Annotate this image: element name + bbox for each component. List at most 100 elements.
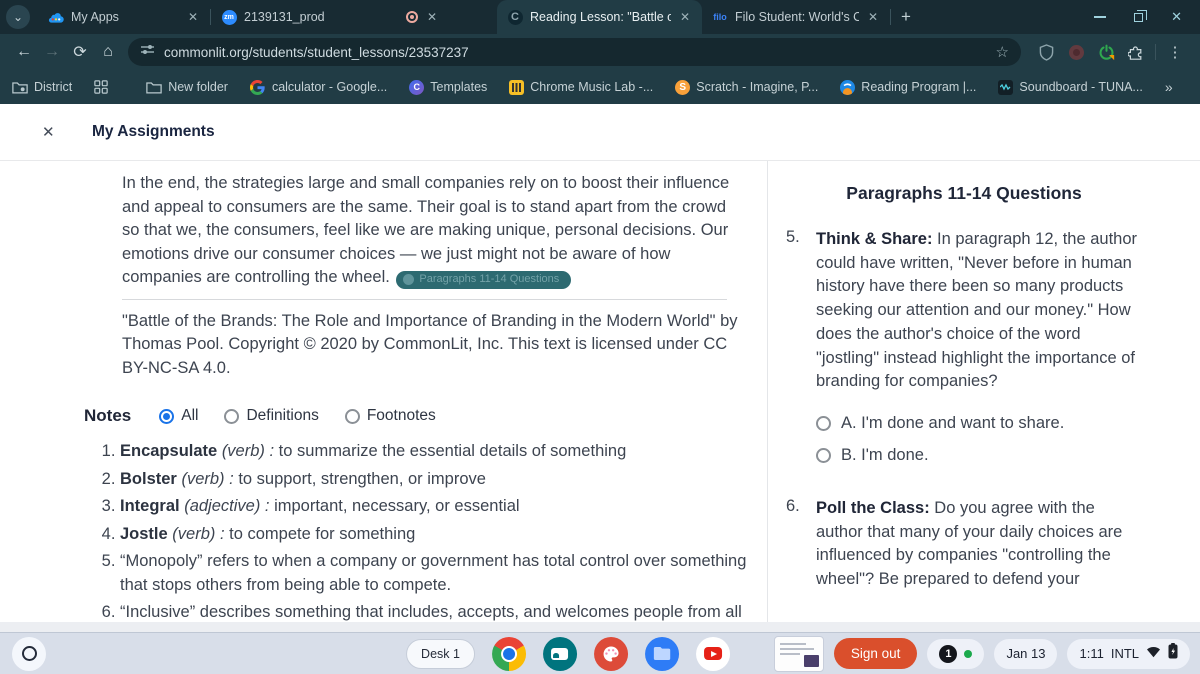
citation-text: "Battle of the Brands: The Role and Impo…: [122, 311, 738, 377]
close-lesson-icon[interactable]: ✕: [42, 123, 58, 141]
bookmark-calculator[interactable]: calculator - Google...: [250, 79, 387, 95]
note-item: “Inclusive” describes something that inc…: [120, 601, 747, 622]
note-term: Jostle: [120, 524, 168, 543]
minimize-icon[interactable]: [1094, 16, 1107, 18]
puzzle-icon[interactable]: [1121, 44, 1151, 60]
bookmark-reading-program[interactable]: Reading Program |...: [840, 79, 976, 95]
note-def: “Monopoly” refers to when a company or g…: [120, 552, 747, 594]
radio-icon[interactable]: [816, 415, 831, 431]
filter-footnotes[interactable]: Footnotes: [344, 407, 436, 425]
radio-selected-icon[interactable]: [159, 408, 175, 424]
note-term: Encapsulate: [120, 442, 218, 460]
questions-title: Paragraphs 11-14 Questions: [846, 183, 1082, 203]
bookmark-soundboard[interactable]: Soundboard - TUNA...: [998, 79, 1143, 95]
templates-c-icon: C: [409, 79, 425, 95]
forward-icon[interactable]: →: [38, 43, 66, 61]
recording-indicator-icon: [405, 11, 418, 23]
page-title: My Assignments: [92, 123, 215, 140]
option-a[interactable]: A. I'm done and want to share.: [816, 414, 1142, 433]
close-icon[interactable]: ✕: [425, 10, 439, 24]
tab-separator: [890, 9, 891, 25]
clock-label: 1:11: [1079, 646, 1104, 661]
bookmark-label: Chrome Music Lab -...: [530, 80, 654, 94]
zoom-icon: zm: [221, 9, 237, 25]
question-label: Poll the Class:: [816, 498, 930, 517]
desk-button[interactable]: Desk 1: [406, 638, 475, 669]
note-pos: (verb) :: [221, 442, 275, 460]
notification-pill[interactable]: 1: [927, 638, 985, 669]
date-label: Jan 13: [1006, 646, 1046, 661]
filter-definitions[interactable]: Definitions: [224, 407, 319, 425]
option-label: B. I'm done.: [841, 445, 929, 464]
filo-icon: filo: [713, 12, 727, 22]
reading-program-icon: [840, 79, 856, 95]
kebab-menu-icon[interactable]: ⋮: [1160, 43, 1190, 61]
new-tab-button[interactable]: +: [901, 7, 911, 27]
window-preview-thumbnail[interactable]: [773, 635, 824, 672]
bookmark-star-icon[interactable]: ☆: [996, 43, 1009, 61]
sign-out-button[interactable]: Sign out: [833, 638, 918, 669]
question-label: Think & Share:: [816, 230, 933, 248]
reading-pane: In the end, the strategies large and sma…: [0, 161, 768, 622]
files-icon[interactable]: [644, 636, 679, 671]
shelf-center-apps: Desk 1: [406, 636, 730, 674]
note-item: Encapsulate (verb) : to summarize the es…: [120, 440, 747, 464]
extension-power-icon[interactable]: [1091, 44, 1121, 61]
answer-options: A. I'm done and want to share. B. I'm do…: [816, 414, 1142, 465]
reload-icon[interactable]: ⟳: [66, 42, 94, 62]
launcher-icon[interactable]: [12, 636, 46, 671]
notes-filters: All Definitions Footnotes: [159, 407, 436, 425]
home-icon[interactable]: ⌂: [94, 43, 122, 61]
close-icon[interactable]: ✕: [186, 10, 200, 24]
scratch-icon: S: [675, 79, 691, 95]
option-b[interactable]: B. I'm done.: [816, 446, 1142, 465]
youtube-icon[interactable]: [695, 636, 730, 671]
tab-filo[interactable]: filo Filo Student: World's Only Live ✕: [702, 0, 890, 34]
notes-heading: Notes: [84, 406, 132, 425]
radio-icon[interactable]: [344, 408, 360, 424]
bookmark-new-folder[interactable]: New folder: [146, 79, 228, 95]
status-tray[interactable]: 1:11 INTL: [1067, 638, 1190, 669]
restore-icon[interactable]: [1134, 9, 1148, 22]
close-icon[interactable]: ✕: [678, 10, 692, 24]
tab-my-apps[interactable]: My Apps ✕: [38, 0, 210, 34]
radio-icon[interactable]: [816, 447, 831, 463]
tab-zoom[interactable]: zm 2139131_prod ✕: [211, 0, 449, 34]
date-pill[interactable]: Jan 13: [994, 638, 1058, 669]
close-window-icon[interactable]: ✕: [1171, 9, 1182, 25]
tab-search-button[interactable]: ⌄: [6, 5, 30, 29]
bookmark-district-folder[interactable]: District: [12, 79, 72, 95]
google-g-icon: [250, 79, 266, 95]
bookmark-music-lab[interactable]: Chrome Music Lab -...: [509, 79, 654, 95]
site-info-icon[interactable]: [140, 43, 155, 61]
question-badge-label: Paragraphs 11-14 Questions: [419, 273, 560, 285]
back-icon[interactable]: ←: [10, 43, 38, 61]
filter-label: Definitions: [246, 407, 319, 424]
managed-folder-icon: [12, 79, 28, 95]
radio-icon[interactable]: [224, 408, 240, 424]
bookmark-templates[interactable]: C Templates: [409, 79, 487, 95]
shelf-status-area: Sign out 1 Jan 13 1:11 INTL: [773, 635, 1190, 672]
note-item: “Monopoly” refers to when a company or g…: [120, 550, 747, 597]
bookmarks-bar: District New folder calculator - Google.…: [0, 70, 1200, 104]
screencast-icon[interactable]: [542, 636, 577, 671]
url-text: commonlit.org/students/student_lessons/2…: [164, 44, 469, 60]
bookmark-scratch[interactable]: S Scratch - Imagine, P...: [675, 79, 818, 95]
music-lab-icon: [509, 79, 525, 95]
filter-all[interactable]: All: [159, 407, 198, 425]
shield-icon[interactable]: [1031, 43, 1061, 61]
chrome-icon[interactable]: [491, 636, 526, 674]
canvas-icon[interactable]: [593, 636, 628, 671]
address-bar[interactable]: commonlit.org/students/student_lessons/2…: [128, 38, 1021, 66]
extension-adblock-icon[interactable]: [1061, 44, 1091, 60]
tab-reading-lesson-active[interactable]: C Reading Lesson: "Battle of the B ✕: [497, 0, 702, 34]
apps-grid-icon[interactable]: [94, 80, 108, 94]
tab-title: 2139131_prod: [244, 10, 325, 24]
bookmark-label: New folder: [168, 80, 228, 94]
note-def: to summarize the essential details of so…: [278, 442, 627, 460]
bookmarks-overflow-button[interactable]: »: [1165, 79, 1173, 95]
question-badge[interactable]: Paragraphs 11-14 Questions: [396, 271, 572, 289]
lesson-header: ✕ My Assignments: [0, 104, 1200, 161]
close-icon[interactable]: ✕: [866, 10, 880, 24]
soundboard-icon: [998, 79, 1014, 95]
